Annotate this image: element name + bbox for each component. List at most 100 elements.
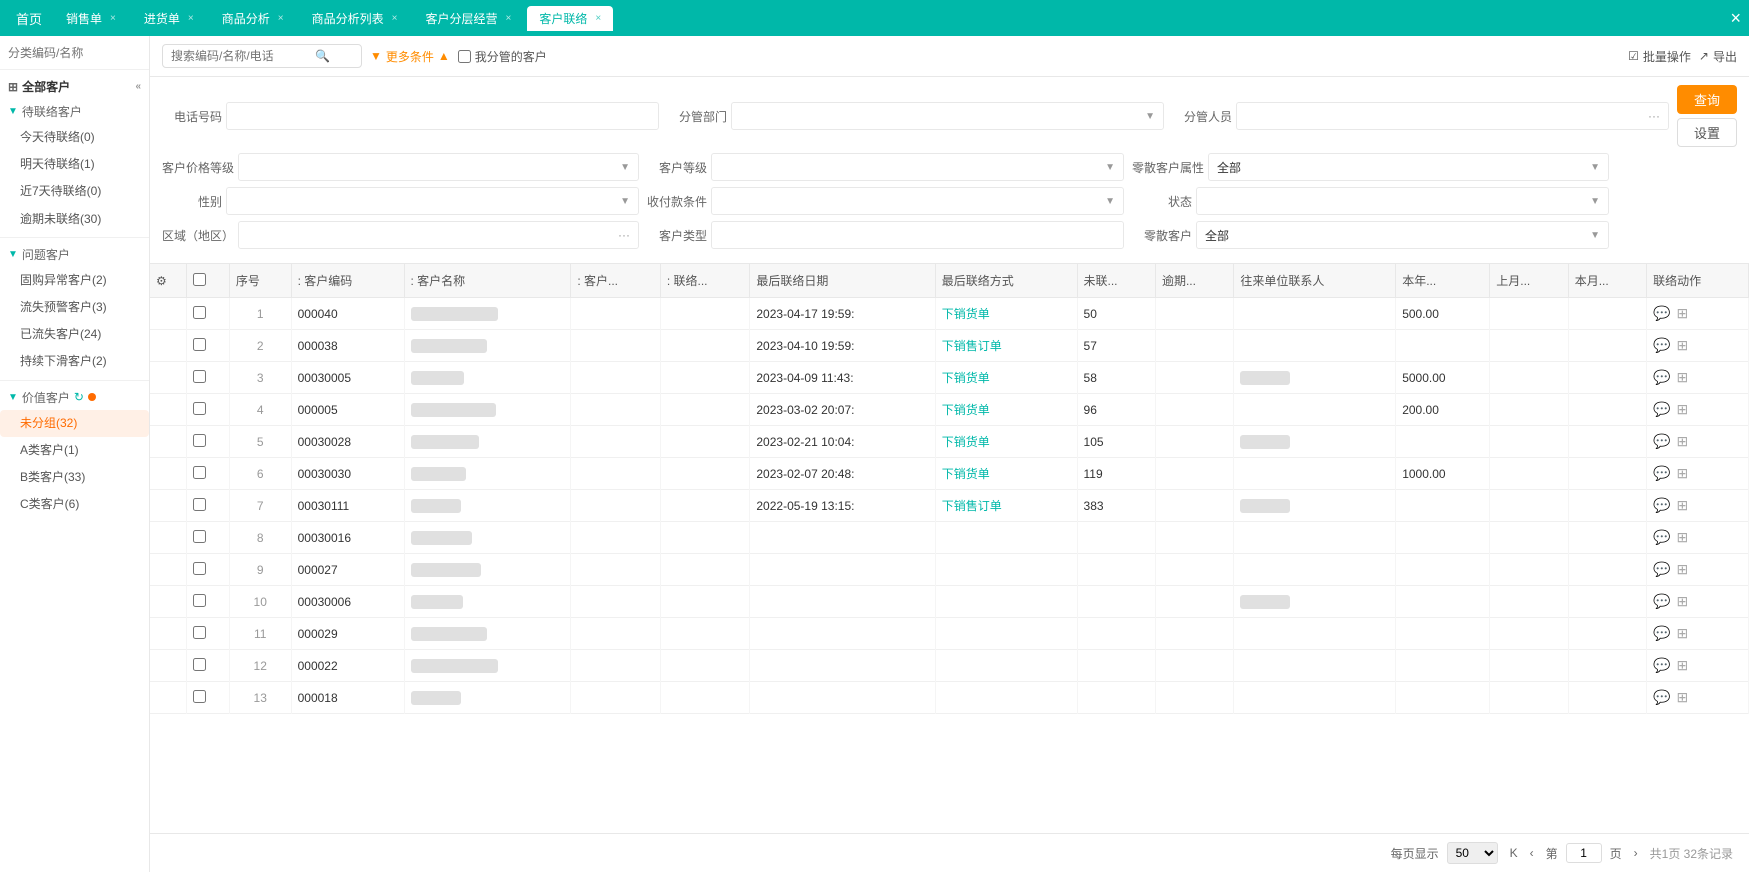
contact-method-link[interactable]: 下销货单 [942,435,990,449]
col-name[interactable]: : 客户名称 [404,264,571,298]
export-button[interactable]: ↗ 导出 [1699,48,1737,65]
more-action-icon[interactable]: ⊞ [1677,401,1689,418]
last-contact-method[interactable] [935,586,1077,618]
row-checkbox[interactable] [193,434,206,447]
sidebar-group-pending-contact[interactable]: ▼ 待联络客户 [0,99,149,124]
collapse-icon[interactable]: « [135,81,141,92]
row-checkbox[interactable] [193,562,206,575]
sidebar-item-type-b[interactable]: B类客户(33) [0,464,149,491]
col-overdue[interactable]: 逾期... [1155,264,1233,298]
col-annual[interactable]: 本年... [1396,264,1490,298]
contact-method-link[interactable]: 下销货单 [942,371,990,385]
more-action-icon[interactable]: ⊞ [1677,433,1689,450]
sidebar-item-type-a[interactable]: A类客户(1) [0,437,149,464]
last-contact-method[interactable] [935,522,1077,554]
row-checkbox-cell[interactable] [186,458,229,490]
sidebar-item-overdue-contact[interactable]: 逾期未联络(30) [0,206,149,233]
col-settings[interactable]: ⚙ [150,264,186,298]
row-checkbox[interactable] [193,530,206,543]
prev-page-button[interactable]: ‹ [1526,844,1538,862]
message-action-icon[interactable]: 💬 [1653,529,1670,546]
sidebar-item-tomorrow-pending[interactable]: 明天待联络(1) [0,151,149,178]
nav-tab-customer-contact[interactable]: 客户联络 × [527,6,613,31]
more-action-icon[interactable]: ⊞ [1677,369,1689,386]
last-contact-method[interactable] [935,682,1077,714]
dept-input[interactable]: ▼ [731,102,1164,130]
more-action-icon[interactable]: ⊞ [1677,305,1689,322]
row-checkbox-cell[interactable] [186,490,229,522]
more-icon[interactable]: ··· [1648,109,1660,123]
settings-icon[interactable]: ⚙ [156,274,167,288]
row-checkbox[interactable] [193,658,206,671]
close-icon[interactable]: × [595,13,601,24]
search-button[interactable]: 查询 [1677,85,1737,114]
row-checkbox[interactable] [193,626,206,639]
last-contact-method[interactable]: 下销货单 [935,362,1077,394]
last-contact-method[interactable]: 下销货单 [935,458,1077,490]
my-customers-check[interactable] [458,50,471,63]
nav-tab-sales-order[interactable]: 销售单 × [54,6,128,31]
col-no-contact-days[interactable]: 未联... [1077,264,1155,298]
more-action-icon[interactable]: ⊞ [1677,593,1689,610]
last-contact-method[interactable] [935,618,1077,650]
sidebar-item-7day-pending[interactable]: 近7天待联络(0) [0,178,149,205]
next-page-button[interactable]: › [1630,844,1642,862]
nav-tab-purchase[interactable]: 进货单 × [132,6,206,31]
more-action-icon[interactable]: ⊞ [1677,561,1689,578]
message-action-icon[interactable]: 💬 [1653,689,1670,706]
col-this-month[interactable]: 本月... [1568,264,1646,298]
price-level-input[interactable]: ▼ [238,153,639,181]
row-checkbox-cell[interactable] [186,298,229,330]
row-checkbox-cell[interactable] [186,650,229,682]
reset-button[interactable]: 设置 [1677,118,1737,147]
gender-input[interactable]: ▼ [226,187,639,215]
first-page-button[interactable]: K [1506,844,1522,862]
sidebar-item-churned[interactable]: 已流失客户(24) [0,321,149,348]
more-icon[interactable]: ··· [618,228,630,242]
col-unit-contact[interactable]: 往来单位联系人 [1234,264,1396,298]
my-customers-checkbox[interactable]: 我分管的客户 [458,48,547,65]
last-contact-method[interactable] [935,650,1077,682]
message-action-icon[interactable]: 💬 [1653,305,1670,322]
status-input[interactable]: ▼ [1196,187,1609,215]
row-checkbox[interactable] [193,338,206,351]
row-checkbox[interactable] [193,306,206,319]
row-checkbox[interactable] [193,466,206,479]
message-action-icon[interactable]: 💬 [1653,337,1670,354]
payment-input[interactable]: ▼ [711,187,1124,215]
message-action-icon[interactable]: 💬 [1653,657,1670,674]
all-customers-header[interactable]: ⊞ 全部客户 « [0,70,149,99]
select-all-checkbox[interactable] [193,273,206,286]
row-checkbox-cell[interactable] [186,586,229,618]
last-contact-method[interactable] [935,554,1077,586]
region-input[interactable]: ··· [238,221,639,249]
contact-method-link[interactable]: 下销货单 [942,403,990,417]
search-box[interactable]: 🔍 [162,44,362,68]
nav-tab-product-analysis[interactable]: 商品分析 × [210,6,296,31]
last-contact-method[interactable]: 下销货单 [935,426,1077,458]
nav-tab-customer-segment[interactable]: 客户分层经营 × [413,6,523,31]
row-checkbox[interactable] [193,498,206,511]
row-checkbox-cell[interactable] [186,522,229,554]
per-page-select[interactable]: 50 100 200 [1447,842,1498,864]
message-action-icon[interactable]: 💬 [1653,369,1670,386]
row-checkbox-cell[interactable] [186,682,229,714]
more-action-icon[interactable]: ⊞ [1677,497,1689,514]
batch-operation-button[interactable]: ☑ 批量操作 [1628,48,1691,65]
message-action-icon[interactable]: 💬 [1653,625,1670,642]
message-action-icon[interactable]: 💬 [1653,465,1670,482]
sidebar-group-value-customers[interactable]: ▼ 价值客户 ↻ [0,385,149,410]
row-checkbox-cell[interactable] [186,618,229,650]
main-search-input[interactable] [171,49,311,63]
category-search-input[interactable] [8,46,150,60]
col-contact[interactable]: : 联络... [660,264,750,298]
refresh-icon[interactable]: ↻ [74,390,84,404]
more-action-icon[interactable]: ⊞ [1677,625,1689,642]
more-action-icon[interactable]: ⊞ [1677,657,1689,674]
close-icon[interactable]: × [505,13,511,24]
close-icon[interactable]: × [188,13,194,24]
more-conditions-toggle[interactable]: ▼ 更多条件 ▲ [370,48,450,65]
col-checkbox[interactable] [186,264,229,298]
message-action-icon[interactable]: 💬 [1653,593,1670,610]
message-action-icon[interactable]: 💬 [1653,497,1670,514]
